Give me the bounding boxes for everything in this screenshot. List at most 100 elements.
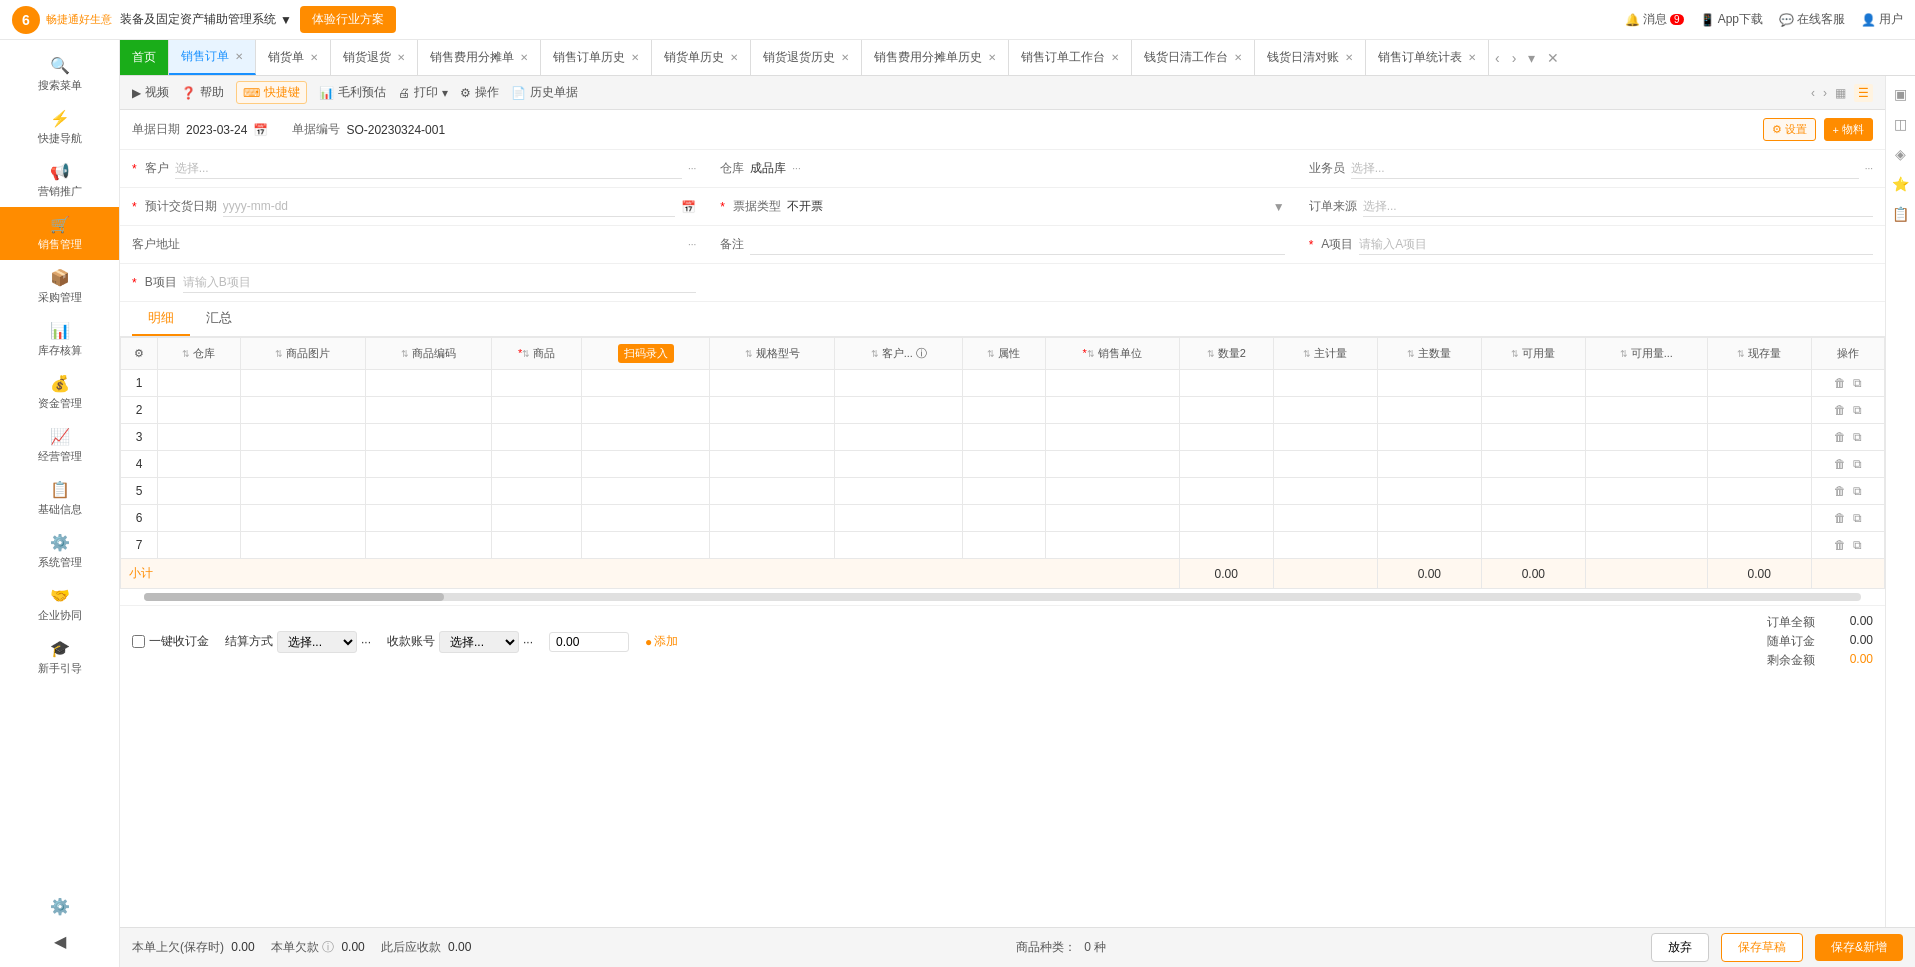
row-product-3[interactable] (491, 424, 582, 451)
order-source-input[interactable] (1363, 196, 1873, 217)
sidebar-item-system[interactable]: ⚙️ 系统管理 (0, 525, 119, 578)
tab-sales-refund-close[interactable]: ✕ (397, 52, 405, 63)
sidebar-item-finance[interactable]: 💰 资金管理 (0, 366, 119, 419)
row-spec-5[interactable] (709, 478, 835, 505)
toolbar-help[interactable]: ❓ 帮助 (181, 84, 224, 101)
toolbar-print[interactable]: 🖨 打印 ▾ (398, 84, 448, 101)
user-btn[interactable]: 👤 用户 (1861, 11, 1903, 28)
row-code-7[interactable] (366, 532, 492, 559)
row-attr-7[interactable] (963, 532, 1045, 559)
grid-view-btn[interactable]: ▦ (1835, 86, 1846, 100)
row-code-5[interactable] (366, 478, 492, 505)
sidebar-item-inventory[interactable]: 📊 库存核算 (0, 313, 119, 366)
add-material-btn[interactable]: + 物料 (1824, 118, 1873, 141)
row-code-6[interactable] (366, 505, 492, 532)
row-qty2-6[interactable] (1179, 505, 1273, 532)
tab-fee-history[interactable]: 销售费用分摊单历史 ✕ (862, 40, 1009, 75)
settings-btn[interactable]: ⚙ 设置 (1763, 118, 1816, 141)
sidebar-item-guide[interactable]: 🎓 新手引导 (0, 631, 119, 684)
sidebar-collapse-btn[interactable]: ◀ (0, 924, 119, 959)
row-customer-code-1[interactable] (835, 370, 963, 397)
row-product-4[interactable] (491, 451, 582, 478)
row-sales-unit-5[interactable] (1045, 478, 1179, 505)
tab-cash-reconcile[interactable]: 钱货日清对账 ✕ (1255, 40, 1366, 75)
payment-amount-input[interactable] (549, 632, 629, 652)
row-code-3[interactable] (366, 424, 492, 451)
toolbar-video[interactable]: ▶ 视频 (132, 84, 169, 101)
row-main-qty-2[interactable] (1377, 397, 1481, 424)
tab-order-workbench[interactable]: 销售订单工作台 ✕ (1009, 40, 1132, 75)
row-main-qty-4[interactable] (1377, 451, 1481, 478)
app-download-btn[interactable]: 📱 App下载 (1700, 11, 1763, 28)
message-btn[interactable]: 🔔 消息 9 (1625, 11, 1684, 28)
col-scan[interactable]: 扫码录入 (582, 338, 709, 370)
row-delete-7[interactable]: 🗑 (1834, 538, 1846, 552)
row-code-2[interactable] (366, 397, 492, 424)
row-qty2-3[interactable] (1179, 424, 1273, 451)
row-qty2-2[interactable] (1179, 397, 1273, 424)
online-service-btn[interactable]: 💬 在线客服 (1779, 11, 1845, 28)
add-payment-btn[interactable]: ● 添加 (645, 633, 678, 650)
one-click-label[interactable]: 一键收订金 (132, 633, 209, 650)
row-copy-6[interactable]: ⧉ (1853, 511, 1862, 525)
sidebar-item-quick-nav[interactable]: ⚡ 快捷导航 (0, 101, 119, 154)
tab-close-all-btn[interactable]: ✕ (1541, 50, 1565, 66)
row-warehouse-6[interactable] (158, 505, 240, 532)
toolbar-profit[interactable]: 📊 毛利预估 (319, 84, 386, 101)
row-sales-unit-2[interactable] (1045, 397, 1179, 424)
tab-cash-reconcile-close[interactable]: ✕ (1345, 52, 1353, 63)
row-sales-unit-6[interactable] (1045, 505, 1179, 532)
tab-order-workbench-close[interactable]: ✕ (1111, 52, 1119, 63)
staff-input[interactable] (1351, 158, 1859, 179)
row-copy-7[interactable]: ⧉ (1853, 538, 1862, 552)
account-select[interactable]: 选择... (439, 631, 519, 653)
row-sales-unit-7[interactable] (1045, 532, 1179, 559)
tab-sales-order-close[interactable]: ✕ (235, 51, 243, 62)
one-click-checkbox[interactable] (132, 635, 145, 648)
detail-tab-huizong[interactable]: 汇总 (190, 302, 248, 336)
row-customer-code-2[interactable] (835, 397, 963, 424)
row-product-7[interactable] (491, 532, 582, 559)
tab-home[interactable]: 首页 (120, 40, 169, 75)
tab-cash-workbench[interactable]: 钱货日清工作台 ✕ (1132, 40, 1255, 75)
tab-prev-btn[interactable]: ‹ (1489, 50, 1506, 66)
row-qty2-4[interactable] (1179, 451, 1273, 478)
right-tool-5[interactable]: 📋 (1887, 200, 1915, 228)
tab-fee-split[interactable]: 销售费用分摊单 ✕ (418, 40, 541, 75)
customer-input[interactable] (175, 158, 682, 179)
tab-sales-stats-close[interactable]: ✕ (1468, 52, 1476, 63)
sidebar-item-marketing[interactable]: 📢 营销推广 (0, 154, 119, 207)
row-sales-unit-4[interactable] (1045, 451, 1179, 478)
note-input[interactable] (750, 234, 1284, 255)
sidebar-item-basic[interactable]: 📋 基础信息 (0, 472, 119, 525)
row-attr-6[interactable] (963, 505, 1045, 532)
row-customer-code-5[interactable] (835, 478, 963, 505)
row-attr-5[interactable] (963, 478, 1045, 505)
sidebar-item-operation[interactable]: 📈 经营管理 (0, 419, 119, 472)
tab-sales-refund[interactable]: 销货退货 ✕ (331, 40, 418, 75)
nav-prev-btn[interactable]: ‹ (1811, 86, 1815, 100)
list-view-btn[interactable]: ☰ (1854, 84, 1873, 102)
tab-fee-history-close[interactable]: ✕ (988, 52, 996, 63)
b-project-input[interactable] (183, 272, 697, 293)
save-new-btn[interactable]: 保存&新增 (1815, 934, 1903, 961)
row-attr-1[interactable] (963, 370, 1045, 397)
sidebar-settings-btn[interactable]: ⚙️ (0, 889, 119, 924)
toolbar-history[interactable]: 📄 历史单据 (511, 84, 578, 101)
row-copy-2[interactable]: ⧉ (1853, 403, 1862, 417)
tab-sales-return[interactable]: 销货单 ✕ (256, 40, 331, 75)
right-tool-3[interactable]: ◈ (1887, 140, 1915, 168)
row-attr-2[interactable] (963, 397, 1045, 424)
toolbar-shortcut[interactable]: ⌨ 快捷键 (236, 81, 307, 104)
detail-tab-mingxi[interactable]: 明细 (132, 302, 190, 336)
row-main-qty-6[interactable] (1377, 505, 1481, 532)
row-spec-6[interactable] (709, 505, 835, 532)
tab-order-history[interactable]: 销售订单历史 ✕ (541, 40, 652, 75)
row-main-qty-1[interactable] (1377, 370, 1481, 397)
row-customer-code-6[interactable] (835, 505, 963, 532)
col-settings[interactable]: ⚙ (121, 338, 158, 370)
row-spec-3[interactable] (709, 424, 835, 451)
abandon-btn[interactable]: 放弃 (1651, 933, 1709, 962)
row-warehouse-4[interactable] (158, 451, 240, 478)
tab-return-history[interactable]: 销货单历史 ✕ (652, 40, 751, 75)
